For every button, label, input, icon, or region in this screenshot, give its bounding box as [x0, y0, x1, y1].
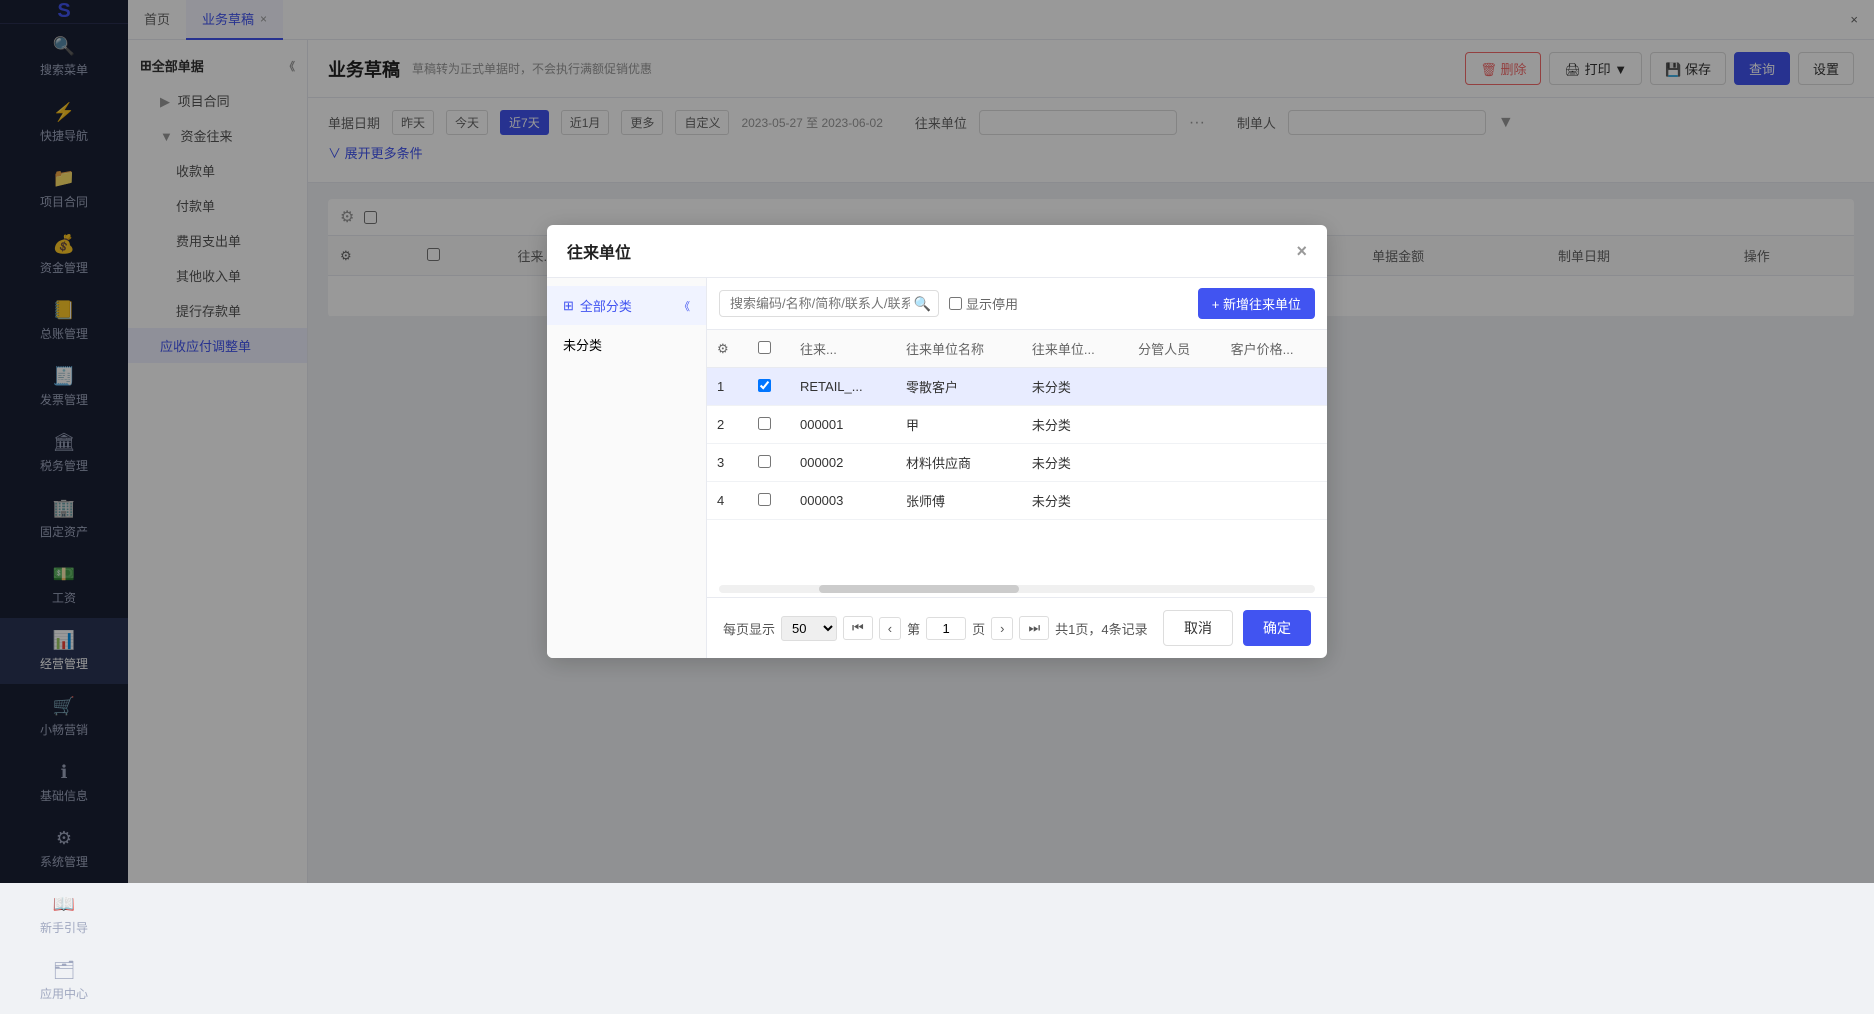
- modal-col-name[interactable]: 往来单位名称: [896, 330, 1022, 368]
- last-page-button[interactable]: ⏭: [1019, 616, 1049, 640]
- search-icon: 🔍: [914, 295, 931, 312]
- modal-table-scroll[interactable]: ⚙ 往来... 往来单位名称 往来单位... 分管人员 客户价格...: [707, 330, 1327, 581]
- modal-col-type[interactable]: 往来单位...: [1022, 330, 1128, 368]
- row-name: 甲: [896, 406, 1022, 444]
- show-disabled-text: 显示停用: [966, 294, 1018, 313]
- row-category: 未分类: [1022, 444, 1128, 482]
- table-row[interactable]: 1 RETAIL_... 零散客户 未分类: [707, 368, 1327, 406]
- grid-icon: ⊞: [563, 298, 574, 314]
- search-wrap: 🔍: [719, 290, 939, 317]
- pagination: 每页显示 50 100 ⏮ ‹ 第 页 › ⏭ 共1页，4条记录: [723, 616, 1148, 641]
- row-name: 零散客户: [896, 368, 1022, 406]
- sidebar-item-label: 新手引导: [40, 919, 88, 936]
- per-page-label: 每页显示: [723, 619, 775, 638]
- row-price-level: [1221, 444, 1327, 482]
- modal-body: ⊞ 全部分类 《 未分类 🔍 显示停用: [547, 278, 1327, 658]
- show-disabled-checkbox[interactable]: [949, 297, 962, 310]
- modal-overlay: 往来单位 × ⊞ 全部分类 《 未分类: [0, 0, 1874, 883]
- row-manager: [1128, 406, 1220, 444]
- table-row[interactable]: 2 000001 甲 未分类: [707, 406, 1327, 444]
- row-price-level: [1221, 482, 1327, 520]
- modal-category-all[interactable]: ⊞ 全部分类 《: [547, 286, 706, 325]
- modal-col-manager[interactable]: 分管人员: [1128, 330, 1220, 368]
- modal-footer: 每页显示 50 100 ⏮ ‹ 第 页 › ⏭ 共1页，4条记录: [707, 597, 1327, 658]
- modal-toolbar: 🔍 显示停用 + 新增往来单位: [707, 278, 1327, 330]
- modal-col-settings: ⚙: [707, 330, 748, 368]
- row-checkbox: [748, 444, 790, 482]
- modal-category-sidebar: ⊞ 全部分类 《 未分类: [547, 278, 707, 658]
- per-page-select[interactable]: 50 100: [781, 616, 837, 641]
- partner-search-input[interactable]: [719, 290, 939, 317]
- modal-category-unclassified[interactable]: 未分类: [547, 325, 706, 364]
- sidebar-item-apps[interactable]: 🗂 应用中心: [0, 948, 128, 1014]
- collapse-arrow-icon[interactable]: 《: [679, 298, 690, 314]
- cancel-button[interactable]: 取消: [1163, 610, 1233, 646]
- next-page-button[interactable]: ›: [991, 617, 1013, 640]
- row-code: RETAIL_...: [790, 368, 896, 406]
- guide-icon: 📖: [53, 894, 75, 915]
- row-price-level: [1221, 368, 1327, 406]
- partner-modal: 往来单位 × ⊞ 全部分类 《 未分类: [547, 225, 1327, 658]
- row-checkbox: [748, 482, 790, 520]
- modal-col-checkbox: [748, 330, 790, 368]
- modal-col-price[interactable]: 客户价格...: [1221, 330, 1327, 368]
- row-manager: [1128, 444, 1220, 482]
- page-number-input[interactable]: [926, 617, 966, 640]
- row-manager: [1128, 482, 1220, 520]
- row-num: 1: [707, 368, 748, 406]
- prev-page-button[interactable]: ‹: [879, 617, 901, 640]
- modal-col-code[interactable]: 往来...: [790, 330, 896, 368]
- modal-category-unclassified-label: 未分类: [563, 335, 602, 354]
- modal-category-all-label: 全部分类: [580, 296, 632, 315]
- modal-main: 🔍 显示停用 + 新增往来单位 ⚙: [707, 278, 1327, 658]
- horizontal-scrollbar[interactable]: [719, 585, 1315, 593]
- row-price-level: [1221, 406, 1327, 444]
- modal-header: 往来单位 ×: [547, 225, 1327, 278]
- row-code: 000003: [790, 482, 896, 520]
- modal-title: 往来单位: [567, 239, 631, 263]
- page-suffix: 页: [972, 619, 985, 638]
- total-records: 共1页，4条记录: [1055, 619, 1147, 638]
- confirm-button[interactable]: 确定: [1243, 610, 1311, 646]
- sidebar-item-label: 应用中心: [40, 985, 88, 1002]
- page-label: 第: [907, 619, 920, 638]
- row-checkbox: [748, 368, 790, 406]
- modal-actions: 取消 确定: [1163, 610, 1311, 646]
- modal-partners-table: ⚙ 往来... 往来单位名称 往来单位... 分管人员 客户价格...: [707, 330, 1327, 520]
- row-num: 3: [707, 444, 748, 482]
- row-num: 4: [707, 482, 748, 520]
- add-partner-button[interactable]: + 新增往来单位: [1198, 288, 1315, 319]
- scrollbar-thumb[interactable]: [819, 585, 1019, 593]
- row-code: 000002: [790, 444, 896, 482]
- row-num: 2: [707, 406, 748, 444]
- first-page-button[interactable]: ⏮: [843, 616, 873, 640]
- row-name: 张师傅: [896, 482, 1022, 520]
- row-manager: [1128, 368, 1220, 406]
- apps-icon: 🗂: [53, 960, 76, 981]
- row-category: 未分类: [1022, 482, 1128, 520]
- row-category: 未分类: [1022, 406, 1128, 444]
- modal-close-button[interactable]: ×: [1296, 241, 1307, 262]
- table-row[interactable]: 4 000003 张师傅 未分类: [707, 482, 1327, 520]
- show-disabled-label[interactable]: 显示停用: [949, 294, 1018, 313]
- row-category: 未分类: [1022, 368, 1128, 406]
- sidebar-item-guide[interactable]: 📖 新手引导: [0, 882, 128, 948]
- row-code: 000001: [790, 406, 896, 444]
- row-name: 材料供应商: [896, 444, 1022, 482]
- table-row[interactable]: 3 000002 材料供应商 未分类: [707, 444, 1327, 482]
- row-checkbox: [748, 406, 790, 444]
